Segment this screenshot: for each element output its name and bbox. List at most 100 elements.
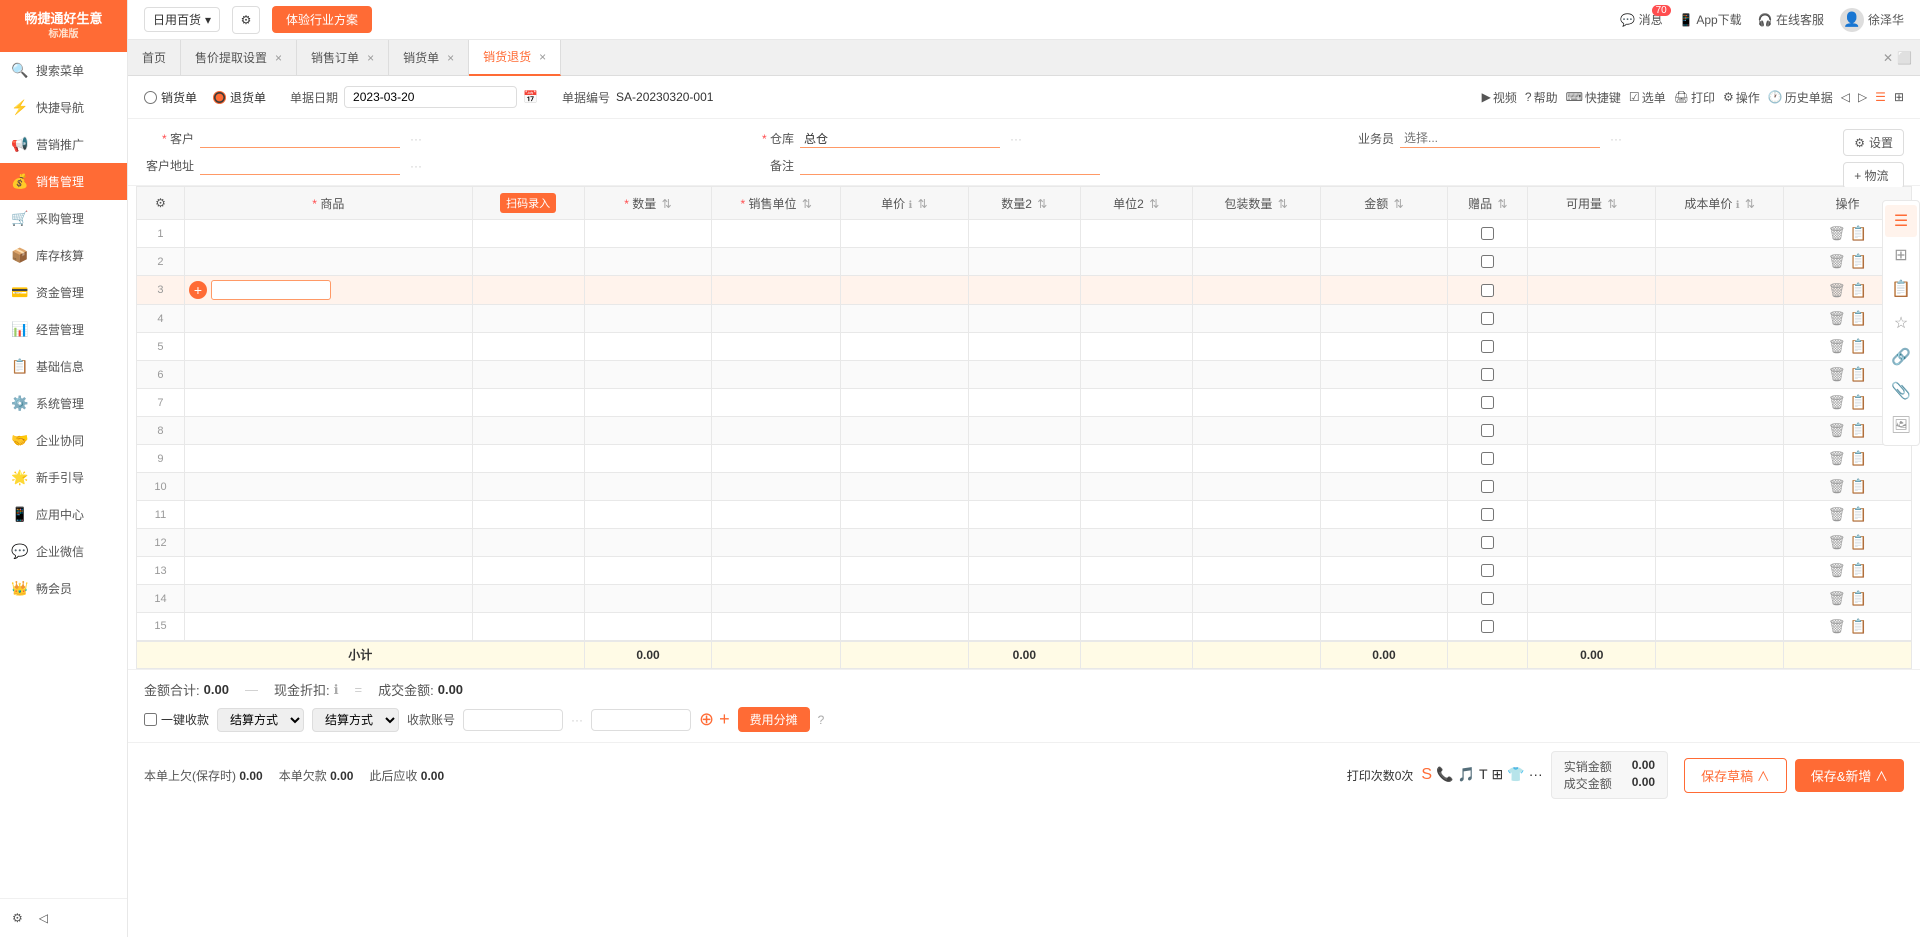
staff-input[interactable] bbox=[1400, 129, 1600, 148]
sort-cost-icon[interactable]: ⇅ bbox=[1745, 197, 1755, 211]
unit2-cell-2[interactable] bbox=[1080, 248, 1192, 276]
unit-cell-15[interactable] bbox=[712, 613, 841, 641]
unit-cell-2[interactable] bbox=[712, 248, 841, 276]
qty2-cell-6[interactable] bbox=[968, 361, 1080, 389]
available-cell-14[interactable] bbox=[1528, 585, 1656, 613]
unit-cell-4[interactable] bbox=[712, 305, 841, 333]
pack-qty-cell-4[interactable] bbox=[1192, 305, 1320, 333]
delete-row-btn-3[interactable]: 🗑 bbox=[1828, 282, 1846, 299]
qty-cell-2[interactable] bbox=[584, 248, 712, 276]
copy-row-btn-11[interactable]: 📋 bbox=[1850, 506, 1867, 523]
tab-sales-delivery-close[interactable]: × bbox=[447, 51, 454, 65]
unit2-cell-15[interactable] bbox=[1080, 613, 1192, 641]
amount-cell-1[interactable] bbox=[1320, 220, 1448, 248]
copy-row-btn-15[interactable]: 📋 bbox=[1850, 618, 1867, 635]
unit-cell-8[interactable] bbox=[712, 417, 841, 445]
note-input[interactable] bbox=[800, 156, 1100, 175]
note-btn[interactable]: 📋 bbox=[1885, 273, 1917, 305]
delete-row-btn-13[interactable]: 🗑 bbox=[1828, 562, 1846, 579]
one-click-pay-checkbox[interactable]: 一键收款 bbox=[144, 711, 209, 728]
qty-cell-8[interactable] bbox=[584, 417, 712, 445]
scan-btn[interactable]: 扫码录入 bbox=[500, 193, 556, 213]
delete-row-btn-14[interactable]: 🗑 bbox=[1828, 590, 1846, 607]
gift-check-9[interactable] bbox=[1481, 452, 1494, 465]
delete-row-btn-4[interactable]: 🗑 bbox=[1828, 310, 1846, 327]
sort-unit-icon[interactable]: ⇅ bbox=[802, 197, 812, 211]
qty2-cell-10[interactable] bbox=[968, 473, 1080, 501]
radio-delivery[interactable]: 销货单 bbox=[144, 89, 197, 106]
cost-price-cell-6[interactable] bbox=[1656, 361, 1784, 389]
sort-qty2-icon[interactable]: ⇅ bbox=[1037, 197, 1047, 211]
sidebar-item-purchase[interactable]: 🛒 采购管理 bbox=[0, 200, 127, 237]
unit2-cell-13[interactable] bbox=[1080, 557, 1192, 585]
product-cell-3[interactable]: + bbox=[184, 276, 472, 305]
gift-check-10[interactable] bbox=[1481, 480, 1494, 493]
pack-qty-cell-9[interactable] bbox=[1192, 445, 1320, 473]
qty-cell-1[interactable] bbox=[584, 220, 712, 248]
sidebar-item-newguide[interactable]: 🌟 新手引导 bbox=[0, 459, 127, 496]
list-view-icon[interactable]: ☰ bbox=[1875, 90, 1886, 104]
tab-price-settings[interactable]: 售价提取设置 × bbox=[181, 40, 297, 76]
qty2-cell-11[interactable] bbox=[968, 501, 1080, 529]
product-cell-5[interactable] bbox=[184, 333, 472, 361]
unit2-cell-4[interactable] bbox=[1080, 305, 1192, 333]
product-cell-7[interactable] bbox=[184, 389, 472, 417]
delete-row-btn-8[interactable]: 🗑 bbox=[1828, 422, 1846, 439]
scan-cell-3[interactable] bbox=[472, 276, 584, 305]
tab-sales-order-close[interactable]: × bbox=[367, 51, 374, 65]
calc-method-select[interactable]: 结算方式 bbox=[312, 708, 399, 732]
address-input[interactable] bbox=[200, 156, 400, 175]
amount-cell-7[interactable] bbox=[1320, 389, 1448, 417]
qty-cell-15[interactable] bbox=[584, 613, 712, 641]
pack-qty-cell-5[interactable] bbox=[1192, 333, 1320, 361]
gift-check-5[interactable] bbox=[1481, 340, 1494, 353]
available-cell-12[interactable] bbox=[1528, 529, 1656, 557]
photo-btn[interactable]: 🖼 bbox=[1885, 409, 1917, 441]
delete-row-btn-5[interactable]: 🗑 bbox=[1828, 338, 1846, 355]
scan-cell-9[interactable] bbox=[472, 445, 584, 473]
product-cell-14[interactable] bbox=[184, 585, 472, 613]
available-cell-4[interactable] bbox=[1528, 305, 1656, 333]
product-cell-6[interactable] bbox=[184, 361, 472, 389]
available-cell-11[interactable] bbox=[1528, 501, 1656, 529]
sort-qty-icon[interactable]: ⇅ bbox=[662, 197, 672, 211]
price-cell-10[interactable] bbox=[841, 473, 969, 501]
user-menu[interactable]: 👤 徐泽华 bbox=[1840, 8, 1904, 32]
copy-row-btn-9[interactable]: 📋 bbox=[1850, 450, 1867, 467]
product-cell-2[interactable] bbox=[184, 248, 472, 276]
gift-check-8[interactable] bbox=[1481, 424, 1494, 437]
tab-sales-delivery[interactable]: 销货单 × bbox=[389, 40, 469, 76]
fee-split-btn[interactable]: 费用分摊 bbox=[738, 707, 810, 732]
pack-qty-cell-8[interactable] bbox=[1192, 417, 1320, 445]
sidebar-settings-btn[interactable]: ⚙ bbox=[8, 907, 27, 929]
delete-row-btn-12[interactable]: 🗑 bbox=[1828, 534, 1846, 551]
price-cell-8[interactable] bbox=[841, 417, 969, 445]
sort-pack-icon[interactable]: ⇅ bbox=[1278, 197, 1288, 211]
sidebar-item-member[interactable]: 👑 畅会员 bbox=[0, 570, 127, 607]
qty2-cell-4[interactable] bbox=[968, 305, 1080, 333]
copy-row-btn-4[interactable]: 📋 bbox=[1850, 310, 1867, 327]
tab-home[interactable]: 首页 bbox=[128, 40, 181, 76]
qty2-cell-8[interactable] bbox=[968, 417, 1080, 445]
cost-price-cell-7[interactable] bbox=[1656, 389, 1784, 417]
price-cell-14[interactable] bbox=[841, 585, 969, 613]
pack-qty-cell-1[interactable] bbox=[1192, 220, 1320, 248]
copy-row-btn-5[interactable]: 📋 bbox=[1850, 338, 1867, 355]
th-gear[interactable]: ⚙ bbox=[137, 187, 185, 220]
staff-dots[interactable]: ··· bbox=[1610, 132, 1622, 146]
price-cell-1[interactable] bbox=[841, 220, 969, 248]
scan-cell-11[interactable] bbox=[472, 501, 584, 529]
qty2-cell-5[interactable] bbox=[968, 333, 1080, 361]
unit2-cell-11[interactable] bbox=[1080, 501, 1192, 529]
cost-price-cell-4[interactable] bbox=[1656, 305, 1784, 333]
price-cell-13[interactable] bbox=[841, 557, 969, 585]
available-cell-7[interactable] bbox=[1528, 389, 1656, 417]
available-cell-8[interactable] bbox=[1528, 417, 1656, 445]
unit2-cell-8[interactable] bbox=[1080, 417, 1192, 445]
price-cell-5[interactable] bbox=[841, 333, 969, 361]
gift-check-13[interactable] bbox=[1481, 564, 1494, 577]
unit-cell-14[interactable] bbox=[712, 585, 841, 613]
unit-cell-5[interactable] bbox=[712, 333, 841, 361]
price-cell-4[interactable] bbox=[841, 305, 969, 333]
delete-row-btn-9[interactable]: 🗑 bbox=[1828, 450, 1846, 467]
